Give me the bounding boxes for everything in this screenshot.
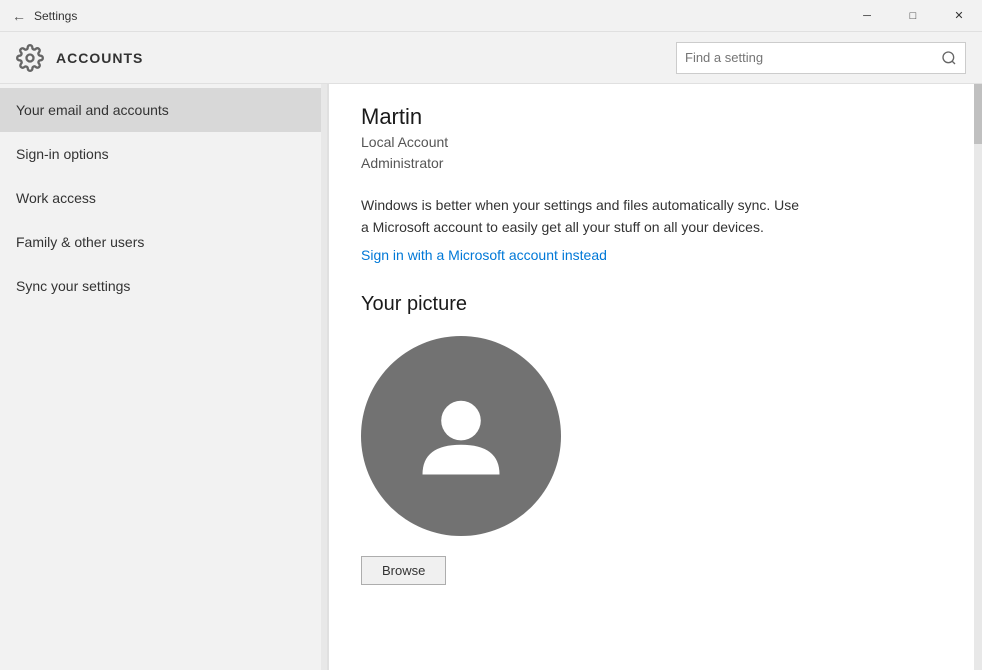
close-button[interactable]: ✕ xyxy=(936,0,982,32)
sidebar-item-label-sync: Sync your settings xyxy=(16,278,130,294)
sidebar-item-sync[interactable]: Sync your settings xyxy=(0,264,327,308)
sidebar-item-your-email[interactable]: Your email and accounts xyxy=(0,88,327,132)
sidebar-item-sign-in[interactable]: Sign-in options xyxy=(0,132,327,176)
content-scrollbar[interactable] xyxy=(974,84,982,670)
account-type: Local Account xyxy=(361,132,942,153)
user-name: Martin xyxy=(361,104,942,130)
sidebar: Your email and accounts Sign-in options … xyxy=(0,84,328,670)
search-button[interactable] xyxy=(933,42,965,74)
ms-account-link[interactable]: Sign in with a Microsoft account instead xyxy=(361,247,607,263)
sync-message: Windows is better when your settings and… xyxy=(361,194,801,239)
window-title: Settings xyxy=(34,9,77,23)
search-icon xyxy=(941,50,957,66)
user-role: Administrator xyxy=(361,153,942,174)
your-picture-label: Your picture xyxy=(361,293,942,316)
avatar-icon xyxy=(406,381,516,491)
main-layout: Your email and accounts Sign-in options … xyxy=(0,84,982,670)
browse-button[interactable]: Browse xyxy=(361,556,446,585)
sidebar-item-family[interactable]: Family & other users xyxy=(0,220,327,264)
sidebar-item-label-work-access: Work access xyxy=(16,190,96,206)
app-header: ACCOUNTS xyxy=(0,32,982,84)
minimize-button[interactable]: ─ xyxy=(844,0,890,32)
back-icon[interactable]: ← xyxy=(12,8,26,24)
maximize-button[interactable]: □ xyxy=(890,0,936,32)
content-scrollbar-thumb[interactable] xyxy=(974,84,982,144)
sidebar-item-label-your-email: Your email and accounts xyxy=(16,102,169,118)
sidebar-scrollbar xyxy=(321,84,327,670)
title-bar: ← Settings ─ □ ✕ xyxy=(0,0,982,32)
gear-icon xyxy=(16,44,44,72)
avatar xyxy=(361,336,561,536)
app-title: ACCOUNTS xyxy=(56,50,143,66)
title-bar-controls: ─ □ ✕ xyxy=(844,0,982,32)
app-header-left: ACCOUNTS xyxy=(16,44,143,72)
content-area: Martin Local Account Administrator Windo… xyxy=(329,84,974,670)
title-bar-left: ← Settings xyxy=(12,8,77,24)
sidebar-item-label-family: Family & other users xyxy=(16,234,144,250)
search-box xyxy=(676,42,966,74)
search-input[interactable] xyxy=(677,50,933,65)
sidebar-item-label-sign-in: Sign-in options xyxy=(16,146,109,162)
sidebar-item-work-access[interactable]: Work access xyxy=(0,176,327,220)
